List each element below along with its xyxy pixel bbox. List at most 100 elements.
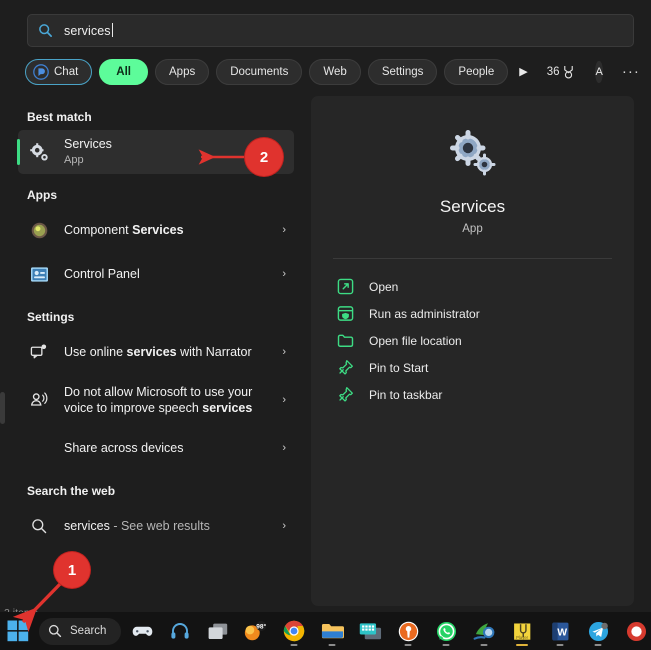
running-indicator xyxy=(290,643,298,646)
chevron-right-icon[interactable]: › xyxy=(282,520,286,532)
section-search-the-web: Search the web xyxy=(27,484,116,498)
folder-icon xyxy=(321,623,344,638)
filter-all[interactable]: All xyxy=(99,58,148,85)
web-result-wrap: services - See web results xyxy=(64,519,276,534)
overflow-menu-button[interactable]: ··· xyxy=(622,63,640,80)
setting-share-label: Share across devices xyxy=(64,440,184,455)
filter-all-label: All xyxy=(116,65,131,78)
setting-share-across-devices[interactable]: Share across devices › xyxy=(18,426,294,470)
chevron-right-icon[interactable]: › xyxy=(282,346,286,358)
taskbar-headset-icon[interactable] xyxy=(165,615,195,647)
copilot-icon xyxy=(33,63,49,80)
filter-more-button[interactable]: ▶ xyxy=(519,60,527,84)
section-best-match: Best match xyxy=(27,110,92,124)
taskbar-item-notes-app[interactable]: Player xyxy=(507,615,537,647)
taskbar-gaming-icon[interactable] xyxy=(127,615,157,647)
svg-text:98°: 98° xyxy=(256,623,266,631)
action-open-file-location[interactable]: Open file location xyxy=(311,327,634,354)
taskbar-item-whatsapp[interactable] xyxy=(431,615,461,647)
taskbar-item-microsoft-word[interactable]: W xyxy=(545,615,575,647)
search-flyout: services Chat All Apps Documents Web Set… xyxy=(0,0,651,612)
filter-web-label: Web xyxy=(323,65,347,78)
preview-subtitle: App xyxy=(462,223,483,235)
taskbar-item-file-explorer[interactable] xyxy=(317,615,347,647)
filter-people[interactable]: People xyxy=(444,58,509,85)
sphere-icon xyxy=(28,219,50,241)
text-caret xyxy=(111,23,113,37)
web-result-services[interactable]: services - See web results › xyxy=(18,504,294,548)
search-input[interactable]: services xyxy=(27,14,634,47)
annotation-marker-1: 1 xyxy=(54,552,90,588)
filter-documents[interactable]: Documents xyxy=(216,58,303,85)
app-component-services[interactable]: Component Services › xyxy=(18,208,294,252)
start-button[interactable] xyxy=(7,618,29,645)
setting-label-wrap: Use online services with Narrator xyxy=(64,345,276,360)
filter-documents-label: Documents xyxy=(230,65,289,78)
chevron-right-icon[interactable]: › xyxy=(282,224,286,236)
setting-label-wrap: Do not allow Microsoft to use your voice … xyxy=(64,384,276,416)
annotation-marker-2: 2 xyxy=(245,138,283,176)
action-run-as-administrator[interactable]: Run as administrator xyxy=(311,300,634,327)
web-result-label: services - See web results xyxy=(64,518,210,533)
filter-chat[interactable]: Chat xyxy=(25,58,93,85)
filter-web[interactable]: Web xyxy=(309,58,361,85)
taskbar-item-teams[interactable] xyxy=(355,615,385,647)
preview-divider xyxy=(333,258,612,259)
search-icon xyxy=(48,624,62,638)
search-value: services xyxy=(64,24,111,38)
account-initial: A xyxy=(595,65,603,78)
windows-logo-icon xyxy=(7,620,29,642)
taskbar-item-task-view[interactable] xyxy=(203,615,233,647)
green-app-icon xyxy=(473,623,495,640)
game-controller-icon xyxy=(132,626,152,636)
taskbar-item-telegram[interactable] xyxy=(583,615,613,647)
running-indicator xyxy=(556,643,564,646)
taskbar-item-google-chrome[interactable] xyxy=(279,615,309,647)
chevron-right-icon[interactable]: › xyxy=(282,442,286,454)
action-open[interactable]: Open xyxy=(311,273,634,300)
preview-actions: Open Run as administrator Open file loca… xyxy=(311,273,634,408)
teams-icon xyxy=(359,622,381,639)
action-open-label: Open xyxy=(369,279,399,294)
action-pin-to-start[interactable]: Pin to Start xyxy=(311,354,634,381)
filter-apps[interactable]: Apps xyxy=(155,58,210,85)
setting-speech-services[interactable]: Do not allow Microsoft to use your voice … xyxy=(18,374,294,426)
svg-text:W: W xyxy=(557,627,567,638)
action-pintaskbar-label: Pin to taskbar xyxy=(369,387,443,402)
gears-icon xyxy=(28,141,50,163)
setting-narrator-online-services[interactable]: Use online services with Narrator › xyxy=(18,330,294,374)
action-openloc-label: Open file location xyxy=(369,333,462,348)
headset-icon xyxy=(171,623,189,639)
pin-icon xyxy=(339,387,353,402)
speech-icon xyxy=(28,389,50,411)
chevron-right-icon[interactable]: › xyxy=(282,268,286,280)
taskbar-item-weather[interactable]: 98° xyxy=(241,615,271,647)
screen: services Chat All Apps Documents Web Set… xyxy=(0,0,651,650)
gears-icon xyxy=(449,130,495,176)
rewards-counter[interactable]: 36 xyxy=(547,65,576,79)
svg-text:Player: Player xyxy=(516,634,528,639)
app-label-wrap: Component Services xyxy=(64,223,276,238)
filter-settings[interactable]: Settings xyxy=(367,58,438,85)
taskbar-item-red-app[interactable] xyxy=(621,615,651,647)
taskbar: Search 98° Player W xyxy=(0,612,651,650)
taskbar-item-password-manager[interactable] xyxy=(393,615,423,647)
app-control-panel-label: Control Panel xyxy=(64,266,140,281)
taskbar-item-green-app[interactable] xyxy=(469,615,499,647)
results-scrollbar[interactable] xyxy=(0,392,5,424)
whatsapp-icon xyxy=(436,621,456,641)
account-avatar[interactable]: A xyxy=(595,60,603,83)
action-pin-to-taskbar[interactable]: Pin to taskbar xyxy=(311,381,634,408)
running-indicator xyxy=(594,643,602,646)
red-app-icon xyxy=(626,621,646,641)
chrome-icon xyxy=(283,620,305,642)
chevron-right-icon[interactable]: › xyxy=(282,394,286,406)
filter-settings-label: Settings xyxy=(381,65,424,78)
weather-icon: 98° xyxy=(244,620,267,641)
taskbar-search[interactable]: Search xyxy=(39,617,121,645)
taskbar-search-label: Search xyxy=(70,625,107,637)
app-control-panel[interactable]: Control Panel › xyxy=(18,252,294,296)
action-runas-label: Run as administrator xyxy=(369,306,480,321)
running-indicator xyxy=(442,643,450,646)
telegram-icon xyxy=(588,621,608,641)
